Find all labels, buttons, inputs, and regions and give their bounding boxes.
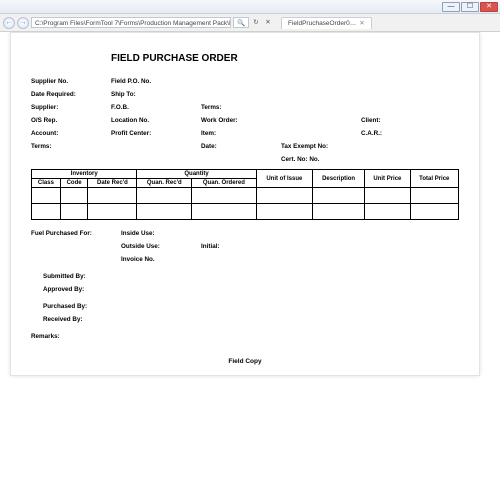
label-profit-center: Profit Center:	[111, 130, 201, 137]
label-field-po-no: Field P.O. No.	[111, 78, 201, 85]
cell-empty	[256, 204, 312, 220]
cell-empty	[256, 188, 312, 204]
label-received-by: Received By:	[43, 316, 83, 323]
label-supplier: Supplier:	[31, 104, 111, 111]
th-quan-ordered: Quan. Ordered	[192, 179, 257, 188]
tab-close-icon[interactable]: ✕	[359, 18, 364, 29]
cell-empty	[60, 188, 87, 204]
cell-empty	[313, 204, 365, 220]
label-date-required: Date Required:	[31, 91, 111, 98]
cell-empty	[192, 204, 257, 220]
window-close-button[interactable]: ✕	[480, 2, 498, 12]
label-account: Account:	[31, 130, 111, 137]
th-quan-recd: Quan. Rec'd	[137, 179, 192, 188]
th-unit-of-issue: Unit of Issue	[256, 170, 312, 188]
footer-label: Field Copy	[31, 358, 459, 365]
th-class: Class	[32, 179, 61, 188]
label-supplier-no: Supplier No.	[31, 78, 111, 85]
label-os-rep: O/S Rep.	[31, 117, 111, 124]
th-description: Description	[313, 170, 365, 188]
window-maximize-button[interactable]: ☐	[461, 2, 479, 12]
label-client: Client:	[361, 117, 421, 124]
label-submitted-by: Submitted By:	[43, 273, 86, 280]
label-outside-use: Outside Use:	[121, 243, 201, 250]
label-fob: F.O.B.	[111, 104, 201, 111]
back-button[interactable]: ←	[3, 17, 15, 29]
label-ship-to: Ship To:	[111, 91, 201, 98]
th-inventory: Inventory	[32, 170, 137, 179]
page-title: FIELD PURCHASE ORDER	[111, 53, 459, 64]
cell-empty	[192, 188, 257, 204]
cell-empty	[365, 188, 410, 204]
label-terms2: Terms:	[31, 143, 111, 150]
th-code: Code	[60, 179, 87, 188]
th-unit-price: Unit Price	[365, 170, 410, 188]
cell-empty	[60, 204, 87, 220]
purchase-order-page: FIELD PURCHASE ORDER Supplier No. Field …	[10, 32, 480, 376]
label-purchased-by: Purchased By:	[43, 303, 87, 310]
refresh-icon[interactable]: ↻	[251, 18, 261, 28]
cell-empty	[88, 188, 137, 204]
label-inside-use: Inside Use:	[121, 230, 155, 237]
forward-button[interactable]: →	[17, 17, 29, 29]
address-bar[interactable]: C:\Program Files\FormTool 7\Forms\Produc…	[31, 17, 231, 28]
cell-empty	[410, 204, 458, 220]
th-date-recd: Date Rec'd	[88, 179, 137, 188]
line-items-table: Inventory Quantity Unit of Issue Descrip…	[31, 169, 459, 220]
label-cert-no: Cert. No: No.	[281, 156, 381, 163]
label-date: Date:	[201, 143, 281, 150]
tab-label: FieldPruchaseOrder0…	[288, 18, 356, 29]
cell-empty	[88, 204, 137, 220]
cell-empty	[32, 188, 61, 204]
cell-empty	[137, 204, 192, 220]
search-box[interactable]: 🔍	[233, 17, 249, 28]
label-car: C.A.R.:	[361, 130, 421, 137]
document-viewport: FIELD PURCHASE ORDER Supplier No. Field …	[0, 32, 500, 500]
browser-tab[interactable]: FieldPruchaseOrder0… ✕	[281, 17, 372, 29]
label-item: Item:	[201, 130, 281, 137]
label-approved-by: Approved By:	[43, 286, 84, 293]
label-fuel-purchased-for: Fuel Purchased For:	[31, 230, 121, 237]
label-tax-exempt: Tax Exempt No:	[281, 143, 381, 150]
label-invoice-no: Invoice No.	[121, 256, 155, 263]
label-terms: Terms:	[201, 104, 281, 111]
label-remarks: Remarks:	[31, 333, 60, 340]
label-location-no: Location No.	[111, 117, 201, 124]
window-minimize-button[interactable]: —	[442, 2, 460, 12]
label-work-order: Work Order:	[201, 117, 281, 124]
th-total-price: Total Price	[410, 170, 458, 188]
cell-empty	[365, 204, 410, 220]
cell-empty	[137, 188, 192, 204]
stop-icon[interactable]: ✕	[263, 18, 273, 28]
window-titlebar: — ☐ ✕	[0, 0, 500, 14]
th-quantity: Quantity	[137, 170, 256, 179]
cell-empty	[32, 204, 61, 220]
browser-toolbar: ← → C:\Program Files\FormTool 7\Forms\Pr…	[0, 14, 500, 32]
tab-bar: FieldPruchaseOrder0… ✕	[281, 17, 372, 29]
cell-empty	[410, 188, 458, 204]
cell-empty	[313, 188, 365, 204]
label-initial: Initial:	[201, 243, 220, 250]
